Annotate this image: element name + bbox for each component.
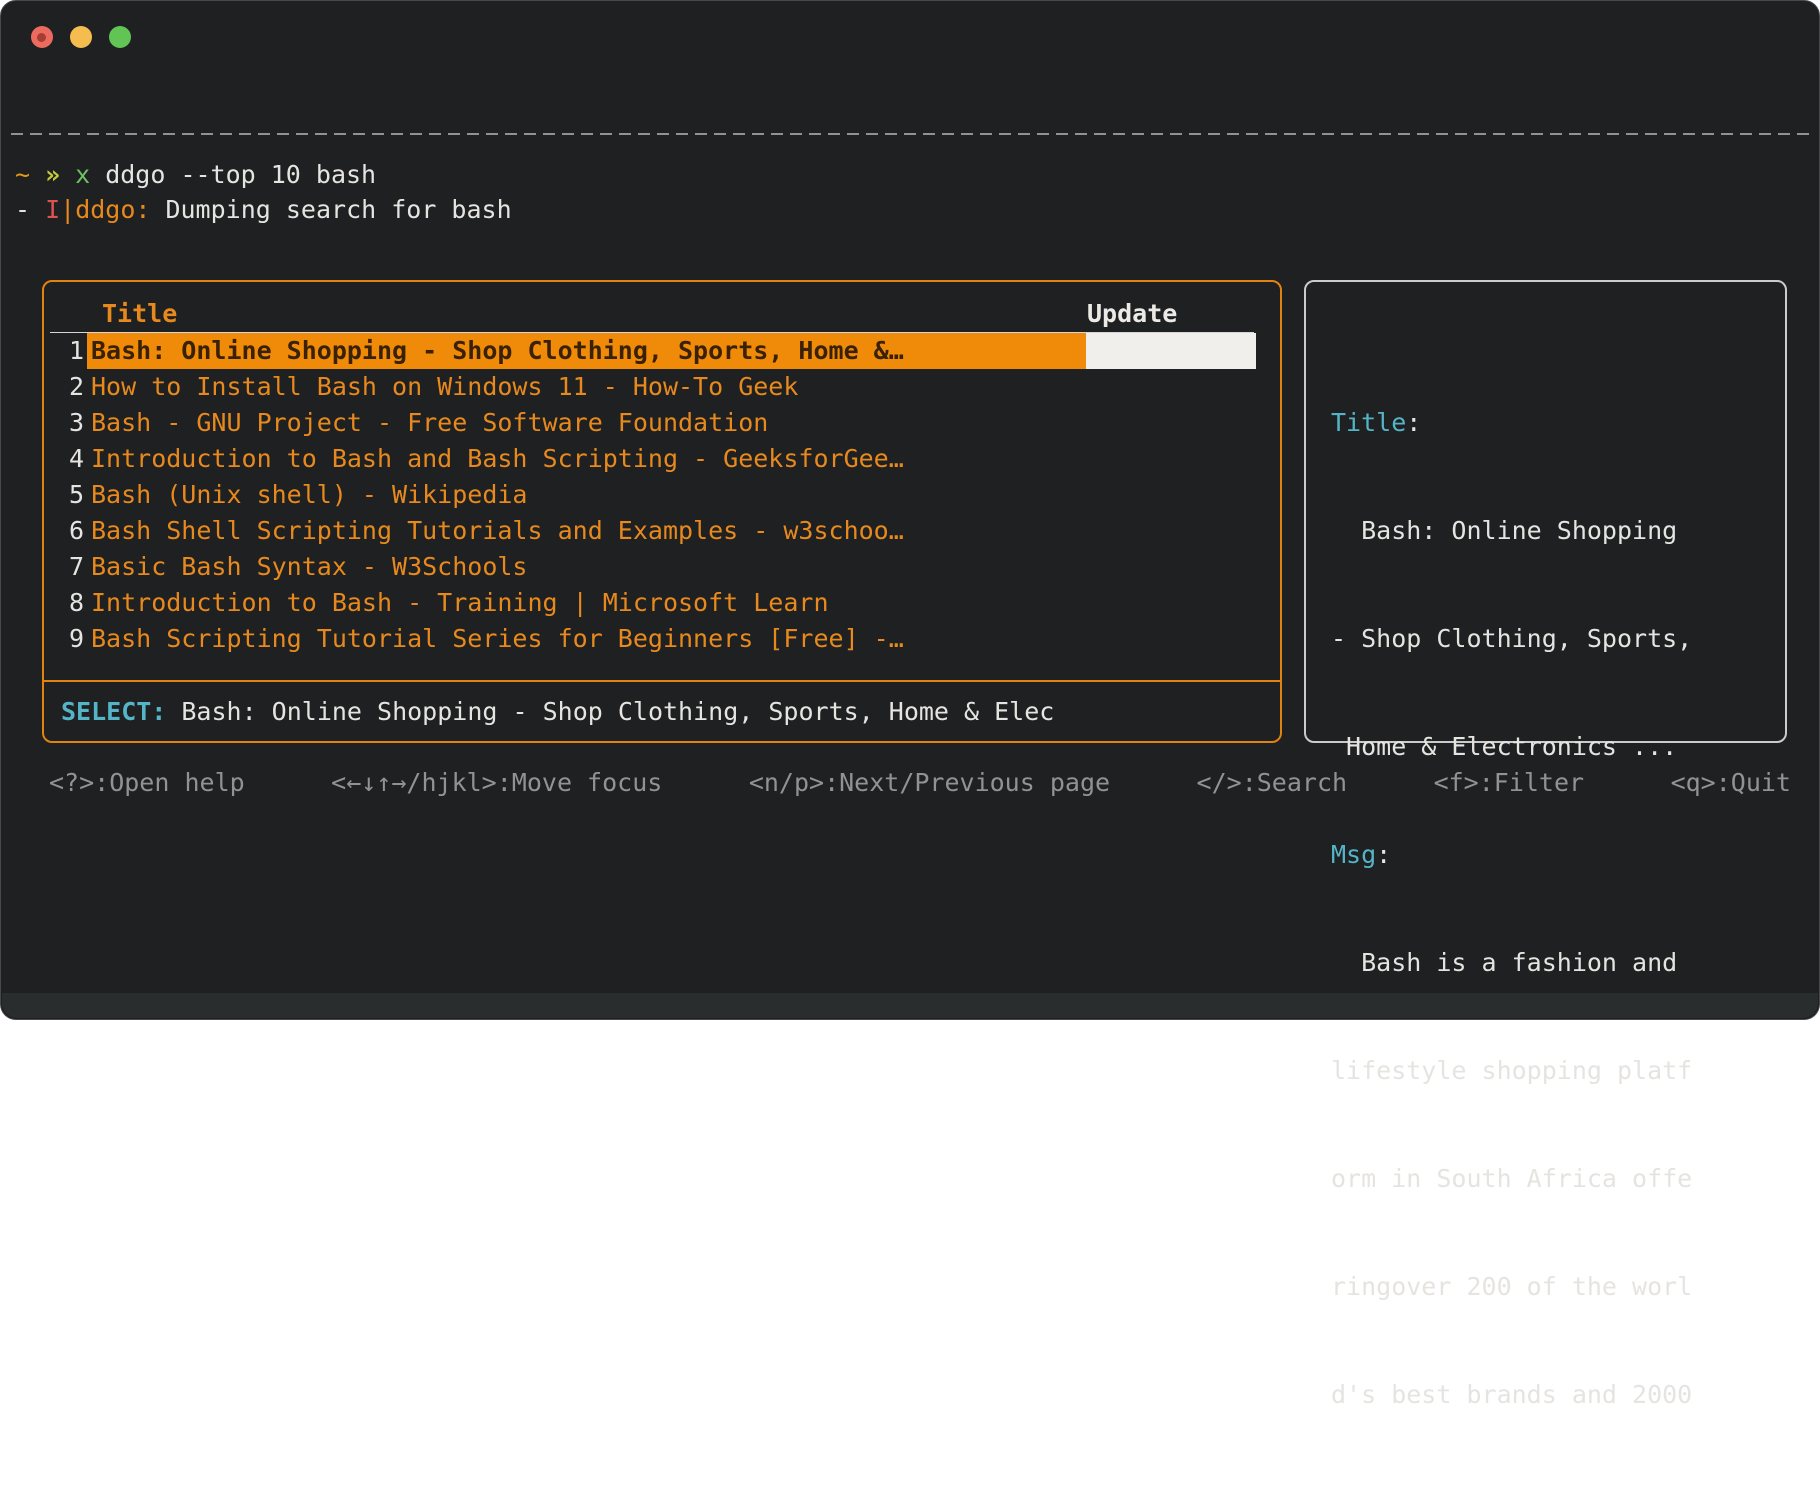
row-number: 8: [68, 588, 84, 617]
close-button[interactable]: [31, 26, 53, 48]
detail-text: Title: Bash: Online Shopping - Shop Clot…: [1331, 333, 1692, 1485]
help-item-quit: <q>:Quit: [1670, 768, 1791, 797]
detail-msg-line: d's best brands and 2000: [1331, 1380, 1693, 1409]
zoom-button[interactable]: [109, 26, 131, 48]
table-header: Title Update: [44, 296, 1280, 332]
table-row-selected[interactable]: 1 Bash: Online Shopping - Shop Clothing,…: [44, 333, 1280, 369]
dashed-separator: [11, 133, 1811, 135]
row-number: 3: [68, 408, 84, 437]
row-title: Introduction to Bash - Training | Micros…: [91, 588, 829, 617]
log-tag: ddgo:: [75, 195, 151, 224]
detail-msg-line: orm in South Africa offe: [1331, 1164, 1693, 1193]
row-title: Basic Bash Syntax - W3Schools: [91, 552, 528, 581]
select-label: SELECT:: [61, 697, 167, 726]
help-bar: <?>:Open help <←↓↑→/hjkl>:Move focus <n/…: [49, 765, 1791, 801]
prompt-status: x: [75, 160, 91, 189]
row-number: 1: [68, 336, 84, 365]
detail-msg-label: Msg:: [1331, 840, 1392, 869]
select-value: Bash: Online Shopping - Shop Clothing, S…: [181, 697, 1055, 726]
select-status-line: SELECT: Bash: Online Shopping - Shop Clot…: [61, 694, 1054, 730]
table-row[interactable]: 3 Bash - GNU Project - Free Software Fou…: [44, 405, 1280, 441]
row-number: 9: [68, 624, 84, 653]
detail-msg-line: lifestyle shopping platf: [1331, 1056, 1693, 1085]
traffic-lights: [31, 26, 131, 48]
column-header-title: Title: [102, 299, 178, 328]
row-number: 5: [68, 480, 84, 509]
log-line: - I|ddgo: Dumping search for bash: [15, 192, 512, 228]
terminal-window: ~ » x ddgo --top 10 bash - I|ddgo: Dumping se…: [0, 0, 1820, 1409]
table-row[interactable]: 5 Bash (Unix shell) - Wikipedia: [44, 477, 1280, 513]
minimize-button[interactable]: [70, 26, 92, 48]
row-title: Bash - GNU Project - Free Software Found…: [91, 408, 769, 437]
table-rows: 1 Bash: Online Shopping - Shop Clothing,…: [44, 333, 1280, 657]
detail-title-line: - Shop Clothing, Sports,: [1331, 624, 1693, 653]
table-row[interactable]: 8 Introduction to Bash - Training | Micr…: [44, 585, 1280, 621]
row-number: 7: [68, 552, 84, 581]
detail-msg-line: Bash is a fashion and: [1331, 948, 1678, 977]
table-row[interactable]: 6 Bash Shell Scripting Tutorials and Exa…: [44, 513, 1280, 549]
help-item-open-help: <?>:Open help: [49, 768, 245, 797]
prompt-cwd: ~: [15, 160, 31, 189]
row-title: Bash: Online Shopping - Shop Clothing, S…: [91, 336, 904, 365]
row-number: 2: [68, 372, 84, 401]
help-item-search: </>:Search: [1196, 768, 1348, 797]
table-row[interactable]: 2 How to Install Bash on Windows 11 - Ho…: [44, 369, 1280, 405]
prompt-chevron-icon: »: [45, 160, 61, 189]
row-title: Bash (Unix shell) - Wikipedia: [91, 480, 528, 509]
detail-panel: Title: Bash: Online Shopping - Shop Clot…: [1304, 280, 1787, 1409]
row-title: Bash Shell Scripting Tutorials and Examp…: [91, 516, 904, 545]
shell-prompt-line: ~ » x ddgo --top 10 bash: [15, 157, 376, 193]
detail-title-line: Home & Electronics ...: [1331, 732, 1678, 761]
prompt-command: ddgo --top 10 bash: [105, 160, 377, 189]
row-title: How to Install Bash on Windows 11 - How-…: [91, 372, 799, 401]
help-item-filter: <f>:Filter: [1433, 768, 1585, 797]
table-row[interactable]: 9 Bash Scripting Tutorial Series for Beg…: [44, 621, 1280, 657]
log-prefix: -: [15, 195, 31, 224]
log-pipe: |: [60, 195, 76, 224]
column-header-update: Update: [1087, 299, 1178, 328]
table-row[interactable]: 7 Basic Bash Syntax - W3Schools: [44, 549, 1280, 585]
detail-title-line: Bash: Online Shopping: [1331, 516, 1678, 545]
detail-title-label: Title:: [1331, 408, 1422, 437]
row-number: 4: [68, 444, 84, 473]
select-divider: [44, 680, 1280, 682]
log-message: Dumping search for bash: [165, 195, 512, 224]
row-number: 6: [68, 516, 84, 545]
log-level: I: [45, 195, 61, 224]
row-title: Bash Scripting Tutorial Series for Begin…: [91, 624, 904, 653]
window-bottom-bar: [2, 993, 1818, 1018]
results-panel: Title Update 1 Bash: Online Shopping - S…: [42, 280, 1282, 743]
table-row[interactable]: 4 Introduction to Bash and Bash Scriptin…: [44, 441, 1280, 477]
help-item-next-prev-page: <n/p>:Next/Previous page: [748, 768, 1111, 797]
row-title: Introduction to Bash and Bash Scripting …: [91, 444, 904, 473]
update-cell: [1086, 333, 1256, 369]
detail-msg-line: ringover 200 of the worl: [1331, 1272, 1693, 1301]
help-item-move-focus: <←↓↑→/hjkl>:Move focus: [331, 768, 663, 797]
